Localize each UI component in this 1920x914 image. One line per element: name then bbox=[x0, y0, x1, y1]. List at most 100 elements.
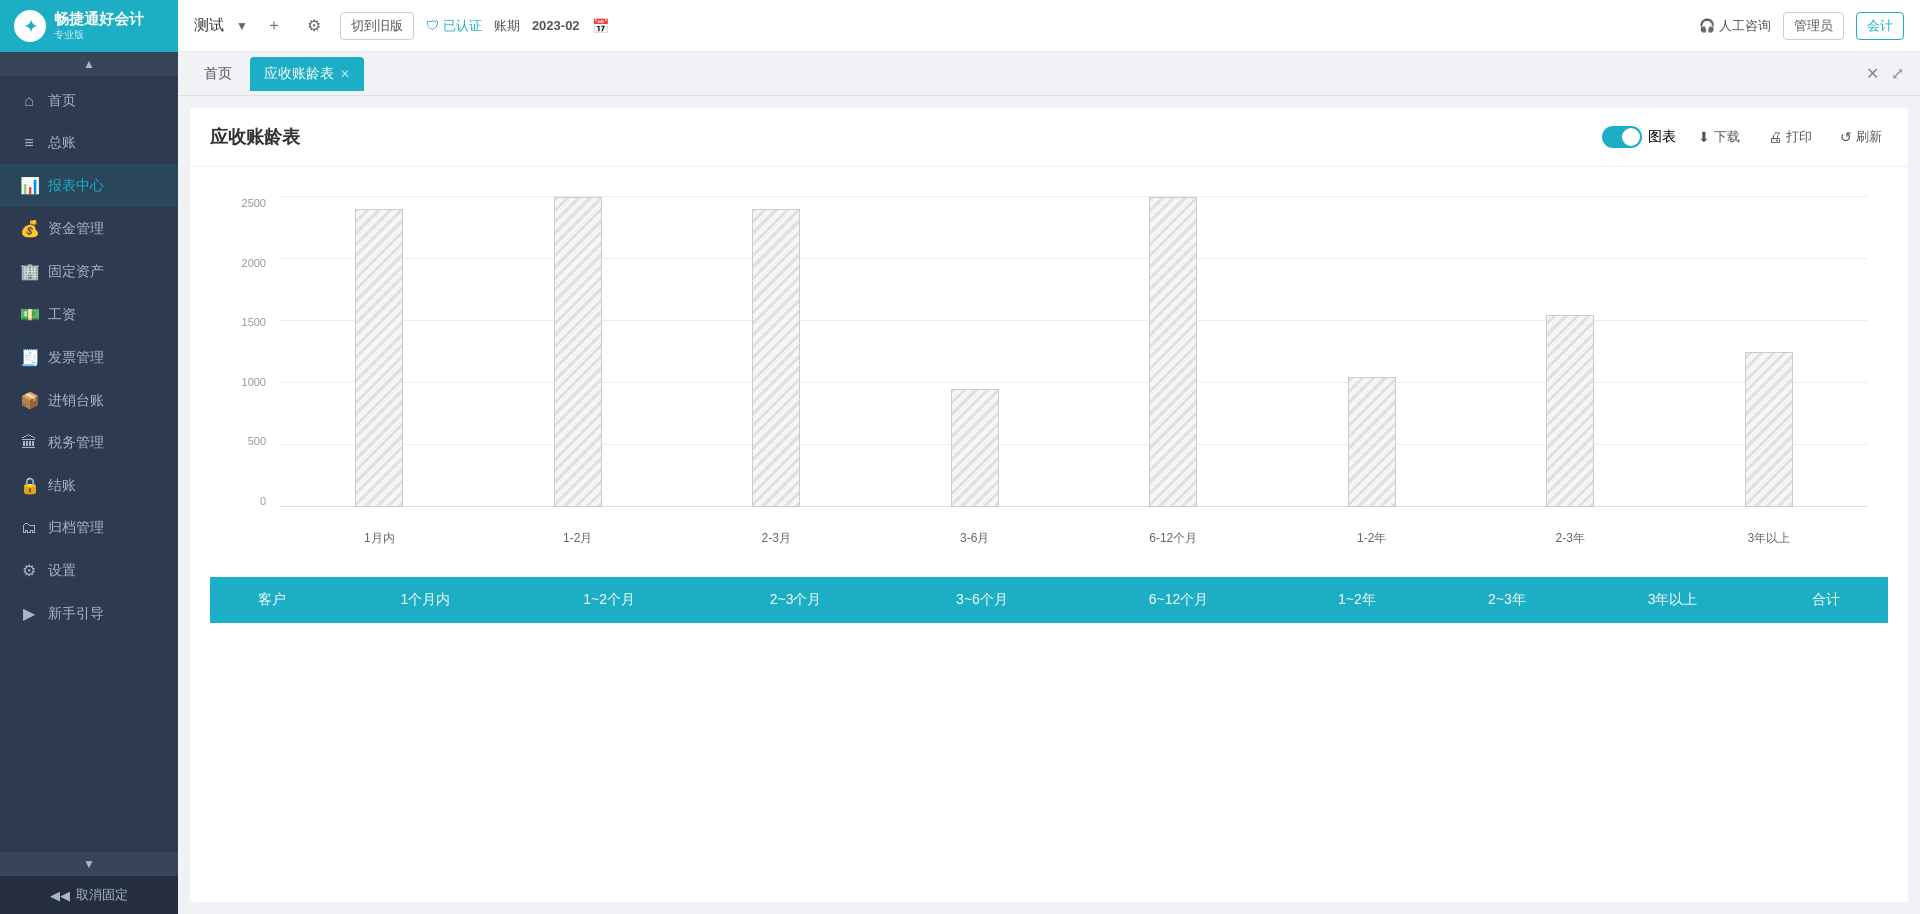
table-section: 客户1个月内1~2个月2~3个月3~6个月6~12个月1~2年2~3年3年以上合… bbox=[190, 577, 1908, 643]
sidebar-item-close[interactable]: 🔒 结账 bbox=[0, 464, 178, 507]
bar-group-5 bbox=[1273, 197, 1472, 507]
app-logo-icon: ✦ bbox=[14, 10, 46, 42]
sidebar-item-tax[interactable]: 🏛 税务管理 bbox=[0, 422, 178, 464]
bar-4 bbox=[1149, 197, 1197, 507]
sidebar-icon-home: ⌂ bbox=[20, 92, 38, 110]
sidebar-scroll-down[interactable]: ▼ bbox=[0, 852, 178, 876]
sidebar-nav: ⌂ 首页 ≡ 总账 📊 报表中心 💰 资金管理 🏢 固定资产 💵 工资 🧾 发票… bbox=[0, 76, 178, 852]
sidebar-scroll-up[interactable]: ▲ bbox=[0, 52, 178, 76]
topbar-calendar-icon[interactable]: 📅 bbox=[592, 18, 609, 34]
tab-home-label: 首页 bbox=[204, 65, 232, 83]
refresh-icon: ↺ bbox=[1840, 129, 1852, 145]
tabbar: 首页 应收账龄表 ✕ ✕ ⤢ bbox=[178, 52, 1920, 96]
content-wrapper: 应收账龄表 图表 ⬇ 下载 🖨 打印 ↺ bbox=[190, 108, 1908, 902]
th-3: 2~3个月 bbox=[702, 577, 888, 623]
bar-2 bbox=[752, 209, 800, 507]
x-label-3: 3-6月 bbox=[876, 530, 1075, 547]
sidebar-item-settings[interactable]: ⚙ 设置 bbox=[0, 549, 178, 592]
sidebar-icon-archive: 🗂 bbox=[20, 519, 38, 537]
th-5: 6~12个月 bbox=[1075, 577, 1282, 623]
print-label: 打印 bbox=[1786, 128, 1812, 146]
sidebar-label-capital: 资金管理 bbox=[48, 220, 104, 238]
sidebar-label-tax: 税务管理 bbox=[48, 434, 104, 452]
x-label-1: 1-2月 bbox=[479, 530, 678, 547]
th-6: 1~2年 bbox=[1282, 577, 1432, 623]
bar-group-1 bbox=[479, 197, 678, 507]
sidebar-item-guide[interactable]: ▶ 新手引导 bbox=[0, 592, 178, 635]
sidebar-item-payroll[interactable]: 💵 工资 bbox=[0, 293, 178, 336]
main-area: 测试 ▼ ＋ ⚙ 切到旧版 🛡 已认证 账期 2023-02 📅 🎧 人工咨询 … bbox=[178, 0, 1920, 914]
th-2: 1~2个月 bbox=[516, 577, 702, 623]
app-name: 畅捷通好会计 bbox=[54, 10, 144, 28]
page-title: 应收账龄表 bbox=[210, 125, 1602, 149]
bar-5 bbox=[1348, 377, 1396, 507]
sidebar-icon-invoice: 🧾 bbox=[20, 348, 38, 367]
x-label-5: 1-2年 bbox=[1273, 530, 1472, 547]
chart-toggle[interactable] bbox=[1602, 126, 1642, 148]
chart-toggle-label: 图表 bbox=[1648, 128, 1676, 146]
tab-aging-close[interactable]: ✕ bbox=[340, 67, 350, 81]
topbar-settings-btn[interactable]: ⚙ bbox=[300, 12, 328, 40]
app-edition: 专业版 bbox=[54, 28, 84, 42]
sidebar-label-ledger: 总账 bbox=[48, 134, 76, 152]
chart-toggle-group: 图表 bbox=[1602, 126, 1676, 148]
sidebar-label-home: 首页 bbox=[48, 92, 76, 110]
topbar-role-btn[interactable]: 会计 bbox=[1856, 12, 1904, 40]
refresh-btn[interactable]: ↺ 刷新 bbox=[1834, 124, 1888, 150]
consult-icon: 🎧 bbox=[1699, 18, 1715, 33]
sidebar-label-close: 结账 bbox=[48, 477, 76, 495]
tab-close-btn[interactable]: ✕ bbox=[1862, 60, 1883, 87]
sidebar-label-assets: 固定资产 bbox=[48, 263, 104, 281]
sidebar-icon-tax: 🏛 bbox=[20, 434, 38, 452]
topbar-switch-old-btn[interactable]: 切到旧版 bbox=[340, 12, 414, 40]
tabbar-right: ✕ ⤢ bbox=[1862, 60, 1908, 87]
th-1: 1个月内 bbox=[335, 577, 516, 623]
content-toolbar: 图表 ⬇ 下载 🖨 打印 ↺ 刷新 bbox=[1602, 124, 1888, 150]
bar-7 bbox=[1745, 352, 1793, 507]
sidebar-item-reports[interactable]: 📊 报表中心 bbox=[0, 164, 178, 207]
cancel-fixed-icon: ◀◀ bbox=[50, 888, 70, 903]
sidebar-label-invoice: 发票管理 bbox=[48, 349, 104, 367]
sidebar-item-purchase[interactable]: 📦 进销台账 bbox=[0, 379, 178, 422]
sidebar: ✦ 畅捷通好会计 专业版 ▲ ⌂ 首页 ≡ 总账 📊 报表中心 💰 资金管理 🏢… bbox=[0, 0, 178, 914]
sidebar-item-invoice[interactable]: 🧾 发票管理 bbox=[0, 336, 178, 379]
th-4: 3~6个月 bbox=[889, 577, 1075, 623]
x-label-2: 2-3月 bbox=[677, 530, 876, 547]
sidebar-item-assets[interactable]: 🏢 固定资产 bbox=[0, 250, 178, 293]
sidebar-label-archive: 归档管理 bbox=[48, 519, 104, 537]
bar-group-7 bbox=[1670, 197, 1869, 507]
x-label-6: 2-3年 bbox=[1471, 530, 1670, 547]
bar-group-6 bbox=[1471, 197, 1670, 507]
chart-plot bbox=[280, 197, 1868, 507]
sidebar-cancel-fixed[interactable]: ◀◀ 取消固定 bbox=[0, 876, 178, 914]
sidebar-item-ledger[interactable]: ≡ 总账 bbox=[0, 122, 178, 164]
consult-label: 人工咨询 bbox=[1719, 17, 1771, 35]
tab-home[interactable]: 首页 bbox=[190, 57, 246, 91]
tab-expand-btn[interactable]: ⤢ bbox=[1887, 60, 1908, 87]
bar-3 bbox=[951, 389, 999, 507]
sidebar-item-capital[interactable]: 💰 资金管理 bbox=[0, 207, 178, 250]
chart-area: 0 500 1000 1500 2000 2500 bbox=[190, 167, 1908, 577]
download-btn[interactable]: ⬇ 下载 bbox=[1692, 124, 1746, 150]
x-label-7: 3年以上 bbox=[1670, 530, 1869, 547]
sidebar-icon-payroll: 💵 bbox=[20, 305, 38, 324]
topbar-module-title: 测试 bbox=[194, 16, 224, 35]
data-table: 客户1个月内1~2个月2~3个月3~6个月6~12个月1~2年2~3年3年以上合… bbox=[210, 577, 1888, 623]
topbar-certified: 🛡 已认证 bbox=[426, 17, 482, 35]
topbar-consult[interactable]: 🎧 人工咨询 bbox=[1699, 17, 1771, 35]
y-label-500: 500 bbox=[226, 435, 266, 447]
topbar-dropdown-arrow[interactable]: ▼ bbox=[236, 19, 248, 33]
sidebar-icon-close: 🔒 bbox=[20, 476, 38, 495]
tab-aging[interactable]: 应收账龄表 ✕ bbox=[250, 57, 364, 91]
sidebar-item-archive[interactable]: 🗂 归档管理 bbox=[0, 507, 178, 549]
bar-1 bbox=[554, 197, 602, 507]
sidebar-label-settings: 设置 bbox=[48, 562, 76, 580]
print-btn[interactable]: 🖨 打印 bbox=[1762, 124, 1818, 150]
bars-container bbox=[280, 197, 1868, 507]
topbar-period-value: 2023-02 bbox=[532, 18, 580, 33]
sidebar-item-home[interactable]: ⌂ 首页 bbox=[0, 80, 178, 122]
page-content: 应收账龄表 图表 ⬇ 下载 🖨 打印 ↺ bbox=[178, 96, 1920, 914]
sidebar-icon-reports: 📊 bbox=[20, 176, 38, 195]
topbar-add-btn[interactable]: ＋ bbox=[260, 12, 288, 40]
topbar-user-btn[interactable]: 管理员 bbox=[1783, 12, 1844, 40]
